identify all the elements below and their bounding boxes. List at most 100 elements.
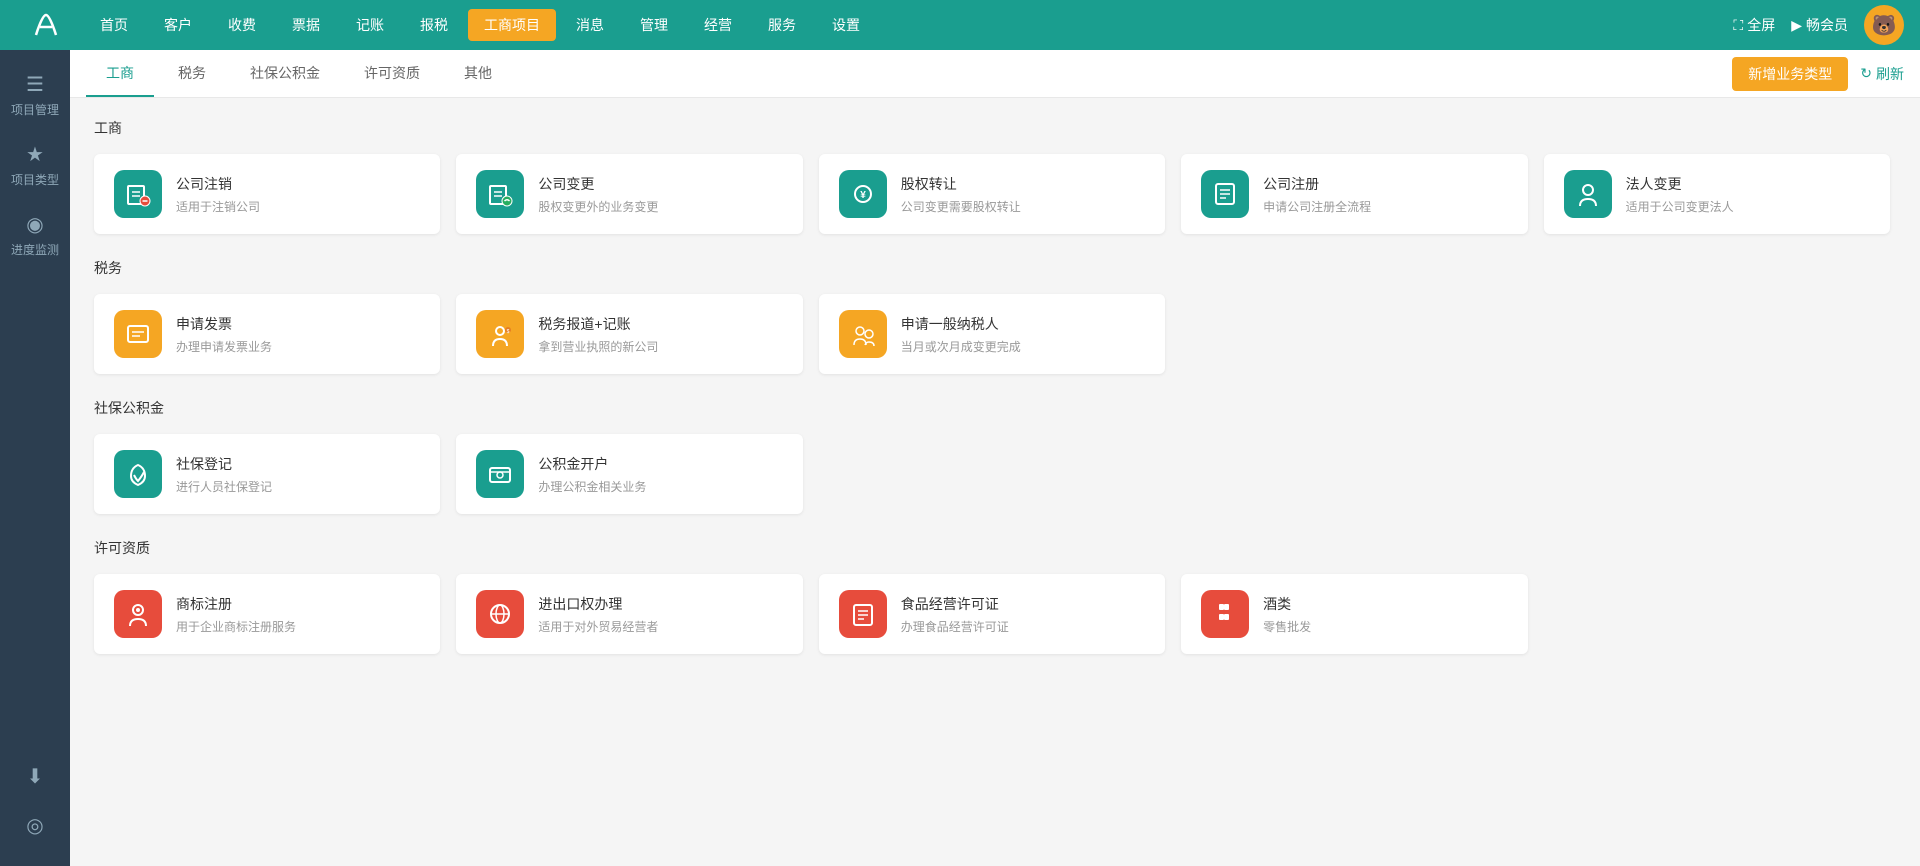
card-title-company-cancel: 公司注销 [176, 174, 420, 194]
tab-shuiwu[interactable]: 税务 [158, 51, 226, 97]
nav-item-管理[interactable]: 管理 [624, 9, 684, 41]
card-equity-transfer[interactable]: ¥ 股权转让 公司变更需要股权转让 [819, 154, 1165, 234]
card-info-company-cancel: 公司注销 适用于注销公司 [176, 174, 420, 215]
card-title-general-taxpayer: 申请一般纳税人 [901, 314, 1145, 334]
nav-item-经营[interactable]: 经营 [688, 9, 748, 41]
nav-item-首页[interactable]: 首页 [84, 9, 144, 41]
section-title-shebao: 社保公积金 [94, 398, 1896, 418]
nav-item-消息[interactable]: 消息 [560, 9, 620, 41]
card-title-alcohol: 酒类 [1263, 594, 1507, 614]
sidebar-item-project-type[interactable]: ★ 项目类型 [0, 130, 70, 200]
sidebar-item-project-management[interactable]: ☰ 项目管理 [0, 60, 70, 130]
card-icon-tax-report: $ [476, 310, 524, 358]
card-icon-invoice-apply [114, 310, 162, 358]
card-info-company-register: 公司注册 申请公司注册全流程 [1263, 174, 1507, 215]
card-title-provident-fund: 公积金开户 [538, 454, 782, 474]
card-desc-general-taxpayer: 当月或次月成变更完成 [901, 338, 1145, 355]
card-alcohol[interactable]: 酒类 零售批发 [1181, 574, 1527, 654]
card-title-food-license: 食品经营许可证 [901, 594, 1145, 614]
progress-monitor-icon: ◉ [26, 212, 43, 237]
card-import-export[interactable]: 进出口权办理 适用于对外贸易经营者 [456, 574, 802, 654]
tab-bar: 工商 税务 社保公积金 许可资质 其他 新增业务类型 ↻ 刷新 [70, 50, 1920, 98]
card-social-insurance[interactable]: 社保登记 进行人员社保登记 [94, 434, 440, 514]
card-invoice-apply[interactable]: 申请发票 办理申请发票业务 [94, 294, 440, 374]
nav-item-设置[interactable]: 设置 [816, 9, 876, 41]
sidebar-item-progress-monitor[interactable]: ◉ 进度监测 [0, 200, 70, 270]
nav-item-记账[interactable]: 记账 [340, 9, 400, 41]
card-info-equity-transfer: 股权转让 公司变更需要股权转让 [901, 174, 1145, 215]
logo [16, 7, 76, 43]
card-info-general-taxpayer: 申请一般纳税人 当月或次月成变更完成 [901, 314, 1145, 355]
sidebar-item-download[interactable]: ⬇ [22, 752, 47, 801]
card-icon-company-change [476, 170, 524, 218]
content-area: 工商 税务 社保公积金 许可资质 其他 新增业务类型 ↻ 刷新 工商 [70, 50, 1920, 866]
card-provident-fund[interactable]: 公积金开户 办理公积金相关业务 [456, 434, 802, 514]
scroll-content[interactable]: 工商 公司注销 [70, 98, 1920, 866]
card-info-company-change: 公司变更 股权变更外的业务变更 [538, 174, 782, 215]
card-icon-trademark [114, 590, 162, 638]
card-icon-equity-transfer: ¥ [839, 170, 887, 218]
location-icon: ◎ [26, 813, 43, 838]
card-tax-report[interactable]: $ 税务报道+记账 拿到营业执照的新公司 [456, 294, 802, 374]
card-icon-company-cancel [114, 170, 162, 218]
card-desc-company-change: 股权变更外的业务变更 [538, 198, 782, 215]
section-xuke: 许可资质 商标注册 用于企业商标注册服务 [94, 538, 1896, 654]
card-info-invoice-apply: 申请发票 办理申请发票业务 [176, 314, 420, 355]
cards-grid-gongshang: 公司注销 适用于注销公司 [94, 154, 1896, 234]
cards-grid-xuke: 商标注册 用于企业商标注册服务 [94, 574, 1896, 654]
add-type-button[interactable]: 新增业务类型 [1732, 57, 1848, 91]
svg-text:$: $ [507, 329, 510, 335]
nav-item-客户[interactable]: 客户 [148, 9, 208, 41]
tab-qita[interactable]: 其他 [444, 51, 512, 97]
tab-shebao[interactable]: 社保公积金 [230, 51, 340, 97]
section-title-shuiwu: 税务 [94, 258, 1896, 278]
sidebar-item-label: 进度监测 [11, 241, 59, 258]
card-food-license[interactable]: 食品经营许可证 办理食品经营许可证 [819, 574, 1165, 654]
section-title-gongshang: 工商 [94, 118, 1896, 138]
nav-item-票据[interactable]: 票据 [276, 9, 336, 41]
vip-btn[interactable]: ▶ 畅会员 [1791, 15, 1848, 35]
card-info-import-export: 进出口权办理 适用于对外贸易经营者 [538, 594, 782, 635]
card-icon-legal-change [1564, 170, 1612, 218]
card-icon-food-license [839, 590, 887, 638]
sidebar-item-label: 项目类型 [11, 171, 59, 188]
card-title-tax-report: 税务报道+记账 [538, 314, 782, 334]
sidebar-bottom: ⬇ ◎ [22, 752, 47, 866]
tab-xuke[interactable]: 许可资质 [344, 51, 440, 97]
section-title-xuke: 许可资质 [94, 538, 1896, 558]
nav-item-工商项目[interactable]: 工商项目 [468, 9, 556, 41]
section-shebao: 社保公积金 社保登记 进行人员社保登记 [94, 398, 1896, 514]
svg-text:¥: ¥ [860, 190, 866, 201]
card-company-change[interactable]: 公司变更 股权变更外的业务变更 [456, 154, 802, 234]
card-title-legal-change: 法人变更 [1626, 174, 1870, 194]
project-type-icon: ★ [26, 142, 44, 167]
card-company-cancel[interactable]: 公司注销 适用于注销公司 [94, 154, 440, 234]
card-company-register[interactable]: 公司注册 申请公司注册全流程 [1181, 154, 1527, 234]
tab-gongshang[interactable]: 工商 [86, 51, 154, 97]
vip-label: 畅会员 [1806, 15, 1848, 35]
card-trademark[interactable]: 商标注册 用于企业商标注册服务 [94, 574, 440, 654]
download-icon: ⬇ [27, 764, 44, 789]
nav-item-报税[interactable]: 报税 [404, 9, 464, 41]
refresh-icon: ↻ [1860, 65, 1872, 82]
card-desc-import-export: 适用于对外贸易经营者 [538, 618, 782, 635]
fullscreen-btn[interactable]: ⛶ 全屏 [1733, 15, 1775, 35]
main-nav: 首页客户收费票据记账报税工商项目消息管理经营服务设置 [84, 9, 1733, 41]
card-general-taxpayer[interactable]: 申请一般纳税人 当月或次月成变更完成 [819, 294, 1165, 374]
card-title-trademark: 商标注册 [176, 594, 420, 614]
vip-icon: ▶ [1791, 17, 1802, 34]
nav-item-服务[interactable]: 服务 [752, 9, 812, 41]
card-desc-company-register: 申请公司注册全流程 [1263, 198, 1507, 215]
sidebar-item-location[interactable]: ◎ [22, 801, 47, 850]
card-info-food-license: 食品经营许可证 办理食品经营许可证 [901, 594, 1145, 635]
section-shuiwu: 税务 申请发票 办理申请发票业务 [94, 258, 1896, 374]
fullscreen-label: 全屏 [1747, 15, 1775, 35]
card-title-company-register: 公司注册 [1263, 174, 1507, 194]
card-title-equity-transfer: 股权转让 [901, 174, 1145, 194]
refresh-button[interactable]: ↻ 刷新 [1860, 64, 1904, 84]
nav-item-收费[interactable]: 收费 [212, 9, 272, 41]
card-desc-social-insurance: 进行人员社保登记 [176, 478, 420, 495]
card-desc-legal-change: 适用于公司变更法人 [1626, 198, 1870, 215]
left-sidebar: ☰ 项目管理 ★ 项目类型 ◉ 进度监测 ⬇ ◎ [0, 50, 70, 866]
card-legal-change[interactable]: 法人变更 适用于公司变更法人 [1544, 154, 1890, 234]
